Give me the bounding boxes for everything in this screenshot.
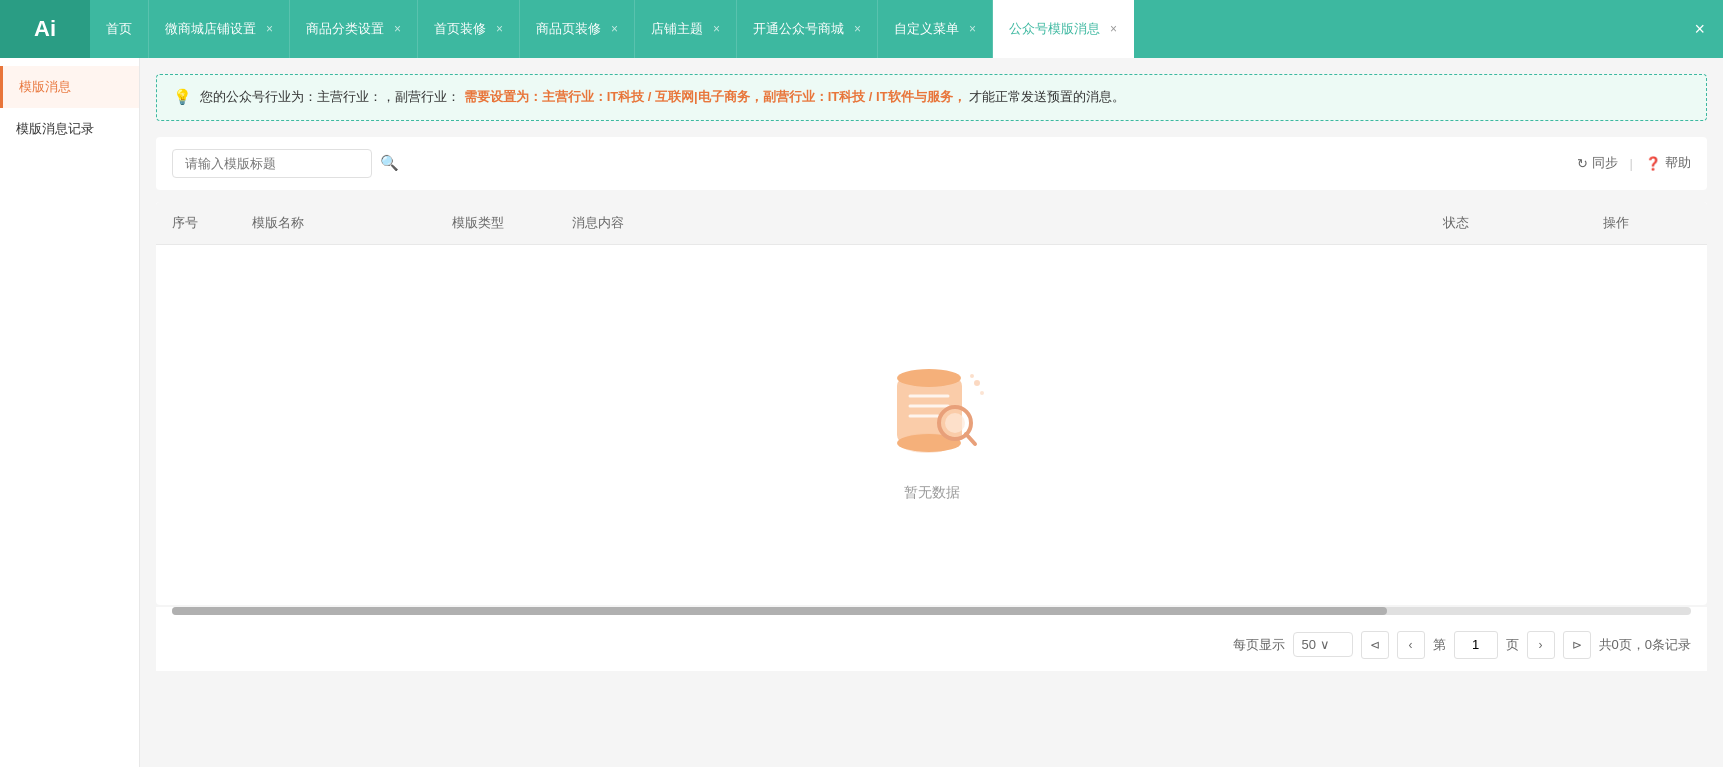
page-number-input[interactable] bbox=[1454, 631, 1498, 659]
svg-point-2 bbox=[897, 369, 961, 387]
nav-tab-5[interactable]: 店铺主题 × bbox=[635, 0, 737, 58]
nav-tab-label: 商品分类设置 bbox=[306, 20, 384, 38]
main-layout: 模版消息模版消息记录 💡 您的公众号行业为：主营行业：，副营行业： 需要设置为：… bbox=[0, 58, 1723, 767]
nav-tab-label: 首页装修 bbox=[434, 20, 486, 38]
empty-illustration bbox=[872, 348, 992, 468]
page-label: 第 bbox=[1433, 636, 1446, 654]
close-tab-icon[interactable]: × bbox=[394, 22, 401, 36]
help-icon: ❓ bbox=[1645, 156, 1661, 171]
nav-tab-label: 店铺主题 bbox=[651, 20, 703, 38]
divider: | bbox=[1630, 156, 1633, 171]
nav-tab-7[interactable]: 自定义菜单 × bbox=[878, 0, 993, 58]
table-container: 序号模版名称模版类型消息内容状态操作 bbox=[156, 202, 1707, 605]
search-input[interactable] bbox=[172, 149, 372, 178]
search-right: ↻ 同步 | ❓ 帮助 bbox=[1577, 154, 1691, 172]
content-area: 💡 您的公众号行业为：主营行业：，副营行业： 需要设置为：主营行业：IT科技 /… bbox=[140, 58, 1723, 767]
sidebar-item-1[interactable]: 模版消息记录 bbox=[0, 108, 139, 150]
table-col-2: 模版类型 bbox=[436, 202, 556, 244]
last-page-button[interactable]: ⊳ bbox=[1563, 631, 1591, 659]
close-tab-icon[interactable]: × bbox=[713, 22, 720, 36]
svg-point-8 bbox=[945, 413, 965, 433]
sync-icon: ↻ bbox=[1577, 156, 1588, 171]
nav-tab-3[interactable]: 首页装修 × bbox=[418, 0, 520, 58]
pagination: 每页显示 50 ∨ ⊲ ‹ 第 页 › ⊳ 共0页，0条记录 bbox=[156, 619, 1707, 671]
sync-button[interactable]: ↻ 同步 bbox=[1577, 154, 1618, 172]
first-page-button[interactable]: ⊲ bbox=[1361, 631, 1389, 659]
svg-point-10 bbox=[974, 380, 980, 386]
scrollbar-thumb[interactable] bbox=[172, 607, 1387, 615]
table-header: 序号模版名称模版类型消息内容状态操作 bbox=[156, 202, 1707, 245]
notice-text: 您的公众号行业为：主营行业：，副营行业： 需要设置为：主营行业：IT科技 / 互… bbox=[200, 87, 1125, 108]
nav-tab-1[interactable]: 微商城店铺设置 × bbox=[149, 0, 290, 58]
per-page-label: 每页显示 bbox=[1233, 636, 1285, 654]
table-col-3: 消息内容 bbox=[556, 202, 1427, 244]
page-size-select[interactable]: 50 ∨ bbox=[1293, 632, 1353, 657]
close-tab-icon[interactable]: × bbox=[611, 22, 618, 36]
search-left: 🔍 bbox=[172, 149, 399, 178]
nav-tab-label: 微商城店铺设置 bbox=[165, 20, 256, 38]
nav-tab-label: 自定义菜单 bbox=[894, 20, 959, 38]
close-tab-icon[interactable]: × bbox=[1110, 22, 1117, 36]
table-body: 暂无数据 bbox=[156, 245, 1707, 605]
close-tab-icon[interactable]: × bbox=[266, 22, 273, 36]
nav-tab-4[interactable]: 商品页装修 × bbox=[520, 0, 635, 58]
nav-tab-label: 公众号模版消息 bbox=[1009, 20, 1100, 38]
search-button[interactable]: 🔍 bbox=[380, 154, 399, 172]
scrollbar-track bbox=[172, 607, 1691, 615]
nav-tabs: 首页微商城店铺设置×商品分类设置×首页装修×商品页装修×店铺主题×开通公众号商城… bbox=[90, 0, 1676, 58]
prev-page-button[interactable]: ‹ bbox=[1397, 631, 1425, 659]
logo: Ai bbox=[0, 0, 90, 58]
sidebar-item-0[interactable]: 模版消息 bbox=[0, 66, 139, 108]
svg-point-11 bbox=[980, 391, 984, 395]
close-tab-icon[interactable]: × bbox=[496, 22, 503, 36]
table-col-1: 模版名称 bbox=[236, 202, 436, 244]
scrollbar-area[interactable] bbox=[156, 607, 1707, 619]
search-bar: 🔍 ↻ 同步 | ❓ 帮助 bbox=[156, 137, 1707, 190]
nav-tab-2[interactable]: 商品分类设置 × bbox=[290, 0, 418, 58]
close-all-button[interactable]: × bbox=[1676, 0, 1723, 58]
nav-tab-label: 开通公众号商城 bbox=[753, 20, 844, 38]
nav-tab-8[interactable]: 公众号模版消息 × bbox=[993, 0, 1134, 58]
close-tab-icon[interactable]: × bbox=[969, 22, 976, 36]
notice-icon: 💡 bbox=[173, 88, 192, 106]
svg-rect-1 bbox=[897, 378, 962, 443]
page-total: 共0页，0条记录 bbox=[1599, 636, 1691, 654]
notice-banner: 💡 您的公众号行业为：主营行业：，副营行业： 需要设置为：主营行业：IT科技 /… bbox=[156, 74, 1707, 121]
page-unit: 页 bbox=[1506, 636, 1519, 654]
nav-tab-0[interactable]: 首页 bbox=[90, 0, 149, 58]
svg-point-12 bbox=[970, 374, 974, 378]
nav-tab-6[interactable]: 开通公众号商城 × bbox=[737, 0, 878, 58]
next-page-button[interactable]: › bbox=[1527, 631, 1555, 659]
nav-tab-label: 商品页装修 bbox=[536, 20, 601, 38]
table-col-4: 状态 bbox=[1427, 202, 1587, 244]
empty-text: 暂无数据 bbox=[904, 484, 960, 502]
table-col-5: 操作 bbox=[1587, 202, 1707, 244]
svg-line-9 bbox=[966, 434, 975, 444]
top-nav: Ai 首页微商城店铺设置×商品分类设置×首页装修×商品页装修×店铺主题×开通公众… bbox=[0, 0, 1723, 58]
help-button[interactable]: ❓ 帮助 bbox=[1645, 154, 1691, 172]
sidebar: 模版消息模版消息记录 bbox=[0, 58, 140, 767]
nav-tab-label: 首页 bbox=[106, 20, 132, 38]
table-col-0: 序号 bbox=[156, 202, 236, 244]
chevron-down-icon: ∨ bbox=[1320, 637, 1330, 652]
close-tab-icon[interactable]: × bbox=[854, 22, 861, 36]
